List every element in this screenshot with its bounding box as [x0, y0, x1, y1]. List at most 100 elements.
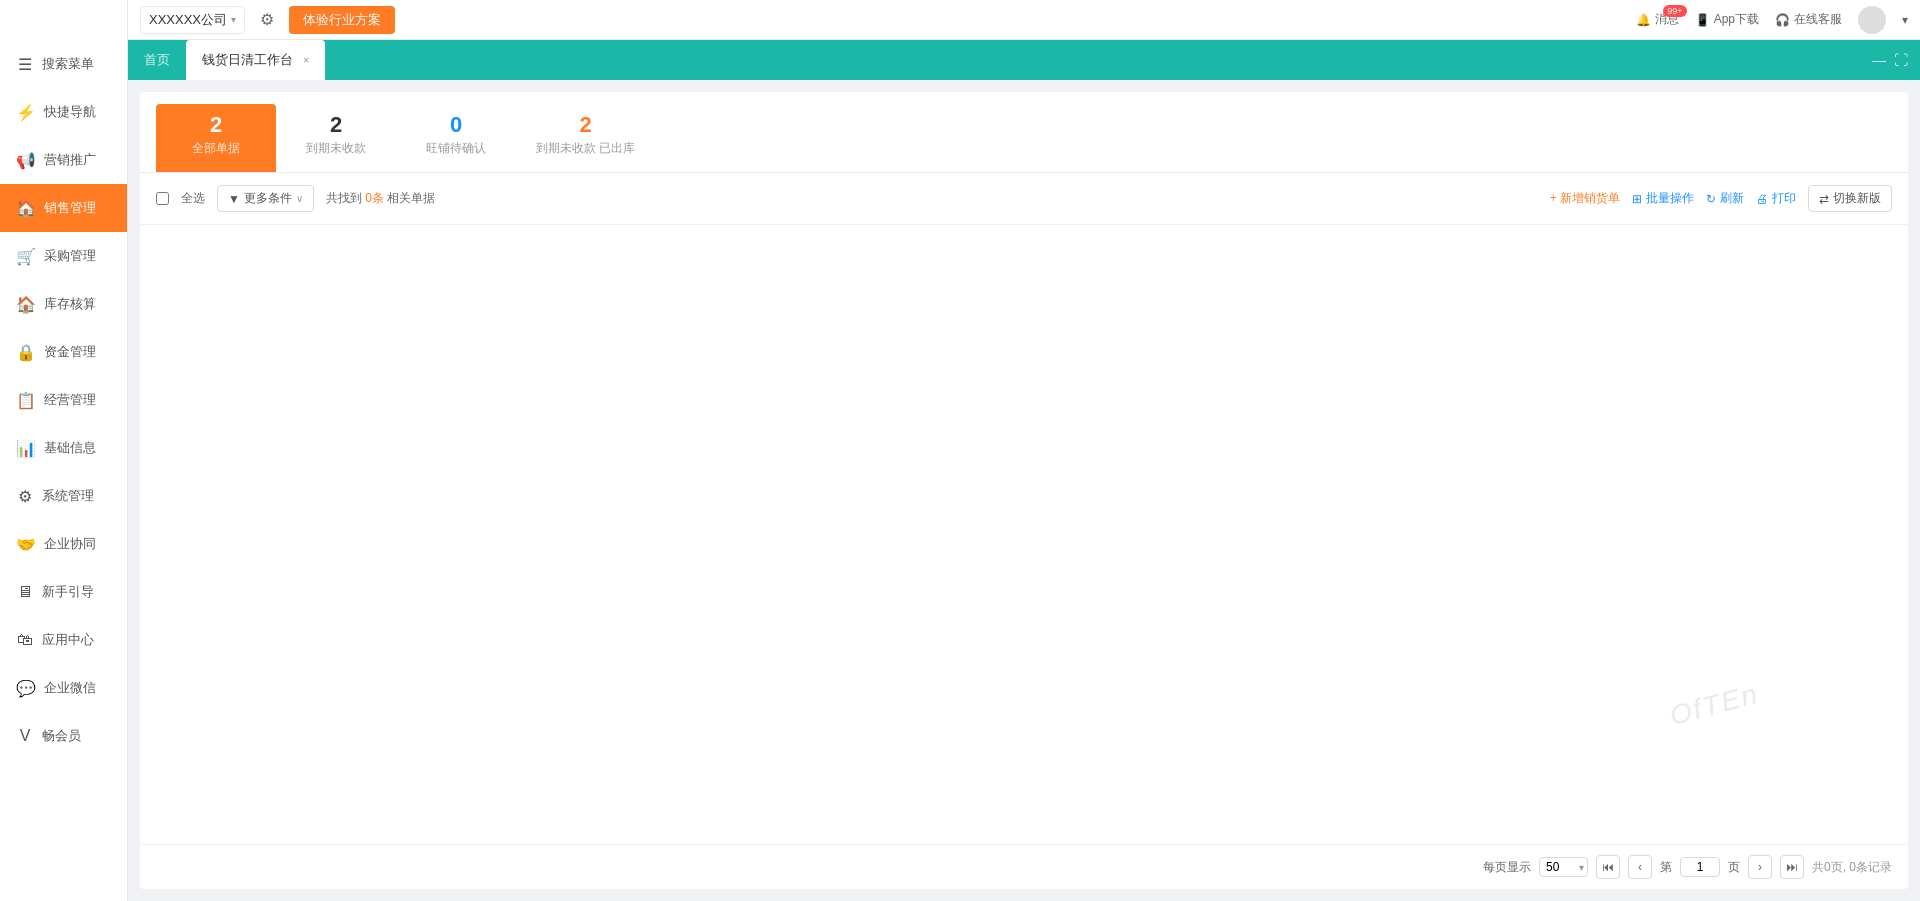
lightning-icon: ⚡: [16, 103, 36, 122]
last-page-button[interactable]: ⏭: [1780, 855, 1804, 879]
next-page-button[interactable]: ›: [1748, 855, 1772, 879]
per-page-label: 每页显示: [1483, 859, 1531, 876]
sidebar-label: 系统管理: [42, 487, 94, 505]
sidebar-item-wechat[interactable]: 💬 企业微信: [0, 664, 127, 712]
sidebar-item-sales[interactable]: 🏠 销售管理: [0, 184, 127, 232]
refresh-button[interactable]: ↻ 刷新: [1706, 190, 1744, 207]
sidebar-label: 基础信息: [44, 439, 96, 457]
app-download-button[interactable]: 📱 App下载: [1695, 11, 1759, 28]
megaphone-icon: 📢: [16, 151, 36, 170]
more-filters-button[interactable]: ▼ 更多条件 ∨: [217, 185, 314, 212]
sidebar-label: 企业协同: [44, 535, 96, 553]
message-button[interactable]: 🔔 消息 99+: [1636, 11, 1679, 28]
sidebar-item-newbie[interactable]: 🖥 新手引导: [0, 568, 127, 616]
sidebar-item-operations[interactable]: 📋 经营管理: [0, 376, 127, 424]
add-sales-order-button[interactable]: + 新增销货单: [1550, 190, 1620, 207]
batch-operation-button[interactable]: ⊞ 批量操作: [1632, 190, 1694, 207]
print-button[interactable]: 🖨 打印: [1756, 190, 1796, 207]
minimize-button[interactable]: —: [1872, 52, 1886, 68]
sidebar-item-inventory[interactable]: 🏠 库存核算: [0, 280, 127, 328]
settings-button[interactable]: ⚙: [253, 6, 281, 34]
top-bar: 6 畅捷通好生意 标准版 XXXXXX公司 ▾ ⚙ 体验行业方案 🔔 消息 99…: [0, 0, 1920, 40]
screen-icon: 🖥: [16, 583, 34, 601]
sidebar-item-enterprise[interactable]: 🤝 企业协同: [0, 520, 127, 568]
per-page-select[interactable]: 50 100 200: [1539, 857, 1588, 877]
stat-tab-all[interactable]: 2 全部单据: [156, 104, 276, 172]
stat-label-pending: 旺铺待确认: [416, 140, 496, 157]
stat-tab-unshipped[interactable]: 2 到期未收款 已出库: [516, 104, 655, 172]
toolbar-right: + 新增销货单 ⊞ 批量操作 ↻ 刷新 🖨 打印 ⇄ 切换新版: [1550, 185, 1892, 212]
store-icon: 🛍: [16, 631, 34, 649]
page-number-input[interactable]: [1680, 857, 1720, 877]
sidebar-item-app-center[interactable]: 🛍 应用中心: [0, 616, 127, 664]
tab-workbench[interactable]: 钱货日清工作台 ×: [186, 40, 325, 80]
company-selector[interactable]: XXXXXX公司 ▾: [140, 6, 245, 34]
tab-home[interactable]: 首页: [128, 40, 186, 80]
sidebar-label: 搜索菜单: [42, 55, 94, 73]
stat-tab-overdue[interactable]: 2 到期未收款: [276, 104, 396, 172]
batch-icon: ⊞: [1632, 192, 1642, 206]
maximize-button[interactable]: ⛶: [1894, 52, 1908, 68]
switch-version-button[interactable]: ⇄ 切换新版: [1808, 185, 1892, 212]
sidebar-label: 销售管理: [44, 199, 96, 217]
wechat-icon: 💬: [16, 679, 36, 698]
tab-close-icon[interactable]: ×: [303, 54, 309, 66]
sidebar-label: 企业微信: [44, 679, 96, 697]
message-badge: 99+: [1663, 5, 1686, 17]
total-info: 共0页, 0条记录: [1812, 859, 1892, 876]
shop-icon: 🏠: [16, 199, 36, 218]
sidebar-label: 应用中心: [42, 631, 94, 649]
stat-label-unshipped: 到期未收款 已出库: [536, 140, 635, 157]
page-label-end: 页: [1728, 859, 1740, 876]
avatar[interactable]: [1858, 6, 1886, 34]
headset-icon: 🎧: [1775, 13, 1790, 27]
lock-icon: 🔒: [16, 343, 36, 362]
sidebar-label: 经营管理: [44, 391, 96, 409]
tab-actions: — ⛶: [1872, 52, 1920, 68]
trial-button[interactable]: 体验行业方案: [289, 6, 395, 34]
bell-icon: 🔔: [1636, 13, 1651, 27]
company-name: XXXXXX公司: [149, 11, 227, 29]
first-page-button[interactable]: ⏮: [1596, 855, 1620, 879]
stat-tab-pending[interactable]: 0 旺铺待确认: [396, 104, 516, 172]
sidebar-item-marketing[interactable]: 📢 营销推广: [0, 136, 127, 184]
cart-icon: 🛒: [16, 247, 36, 266]
stat-label-overdue: 到期未收款: [296, 140, 376, 157]
user-name[interactable]: ▾: [1902, 13, 1908, 27]
page-inner: 2 全部单据 2 到期未收款 0 旺铺待确认 2 到期未收款 已出库 全选 ▼ …: [140, 92, 1908, 889]
found-text: 共找到 0条 相关单据: [326, 190, 435, 207]
sidebar-item-base-info[interactable]: 📊 基础信息: [0, 424, 127, 472]
sidebar-item-member[interactable]: V 畅会员: [0, 712, 127, 760]
stat-num-overdue: 2: [296, 112, 376, 138]
sidebar-item-purchase[interactable]: 🛒 采购管理: [0, 232, 127, 280]
print-icon: 🖨: [1756, 192, 1768, 206]
stat-num-all: 2: [176, 112, 256, 138]
refresh-icon: ↻: [1706, 192, 1716, 206]
table-icon: 📊: [16, 439, 36, 458]
gear-icon: ⚙: [16, 487, 34, 506]
sidebar-item-quick-nav[interactable]: ⚡ 快捷导航: [0, 88, 127, 136]
sidebar-label: 新手引导: [42, 583, 94, 601]
sidebar: ☰ 搜索菜单 ⚡ 快捷导航 📢 营销推广 🏠 销售管理 🛒 采购管理 🏠 库存核…: [0, 0, 128, 901]
per-page-selector[interactable]: 50 100 200: [1539, 857, 1588, 877]
pagination: 每页显示 50 100 200 ⏮ ‹ 第 页 › ⏭ 共0页, 0条记录: [140, 844, 1908, 889]
stat-num-unshipped: 2: [536, 112, 635, 138]
top-right-area: 🔔 消息 99+ 📱 App下载 🎧 在线客服 ▾: [1636, 6, 1908, 34]
sidebar-item-system[interactable]: ⚙ 系统管理: [0, 472, 127, 520]
prev-page-button[interactable]: ‹: [1628, 855, 1652, 879]
chevron-down-icon: ∨: [296, 193, 303, 204]
table-area: [140, 225, 1908, 844]
sidebar-item-finance[interactable]: 🔒 资金管理: [0, 328, 127, 376]
select-all-checkbox[interactable]: [156, 192, 169, 205]
online-support-button[interactable]: 🎧 在线客服: [1775, 11, 1842, 28]
page-label: 第: [1660, 859, 1672, 876]
sidebar-label: 采购管理: [44, 247, 96, 265]
sidebar-label: 快捷导航: [44, 103, 96, 121]
stat-label-all: 全部单据: [176, 140, 256, 157]
sidebar-item-search-menu[interactable]: ☰ 搜索菜单: [0, 40, 127, 88]
main-content: 2 全部单据 2 到期未收款 0 旺铺待确认 2 到期未收款 已出库 全选 ▼ …: [128, 80, 1920, 901]
download-icon: 📱: [1695, 13, 1710, 27]
filter-icon: ▼: [228, 192, 240, 206]
found-count: 0条: [365, 191, 384, 205]
tab-bar: 首页 钱货日清工作台 × — ⛶: [128, 40, 1920, 80]
